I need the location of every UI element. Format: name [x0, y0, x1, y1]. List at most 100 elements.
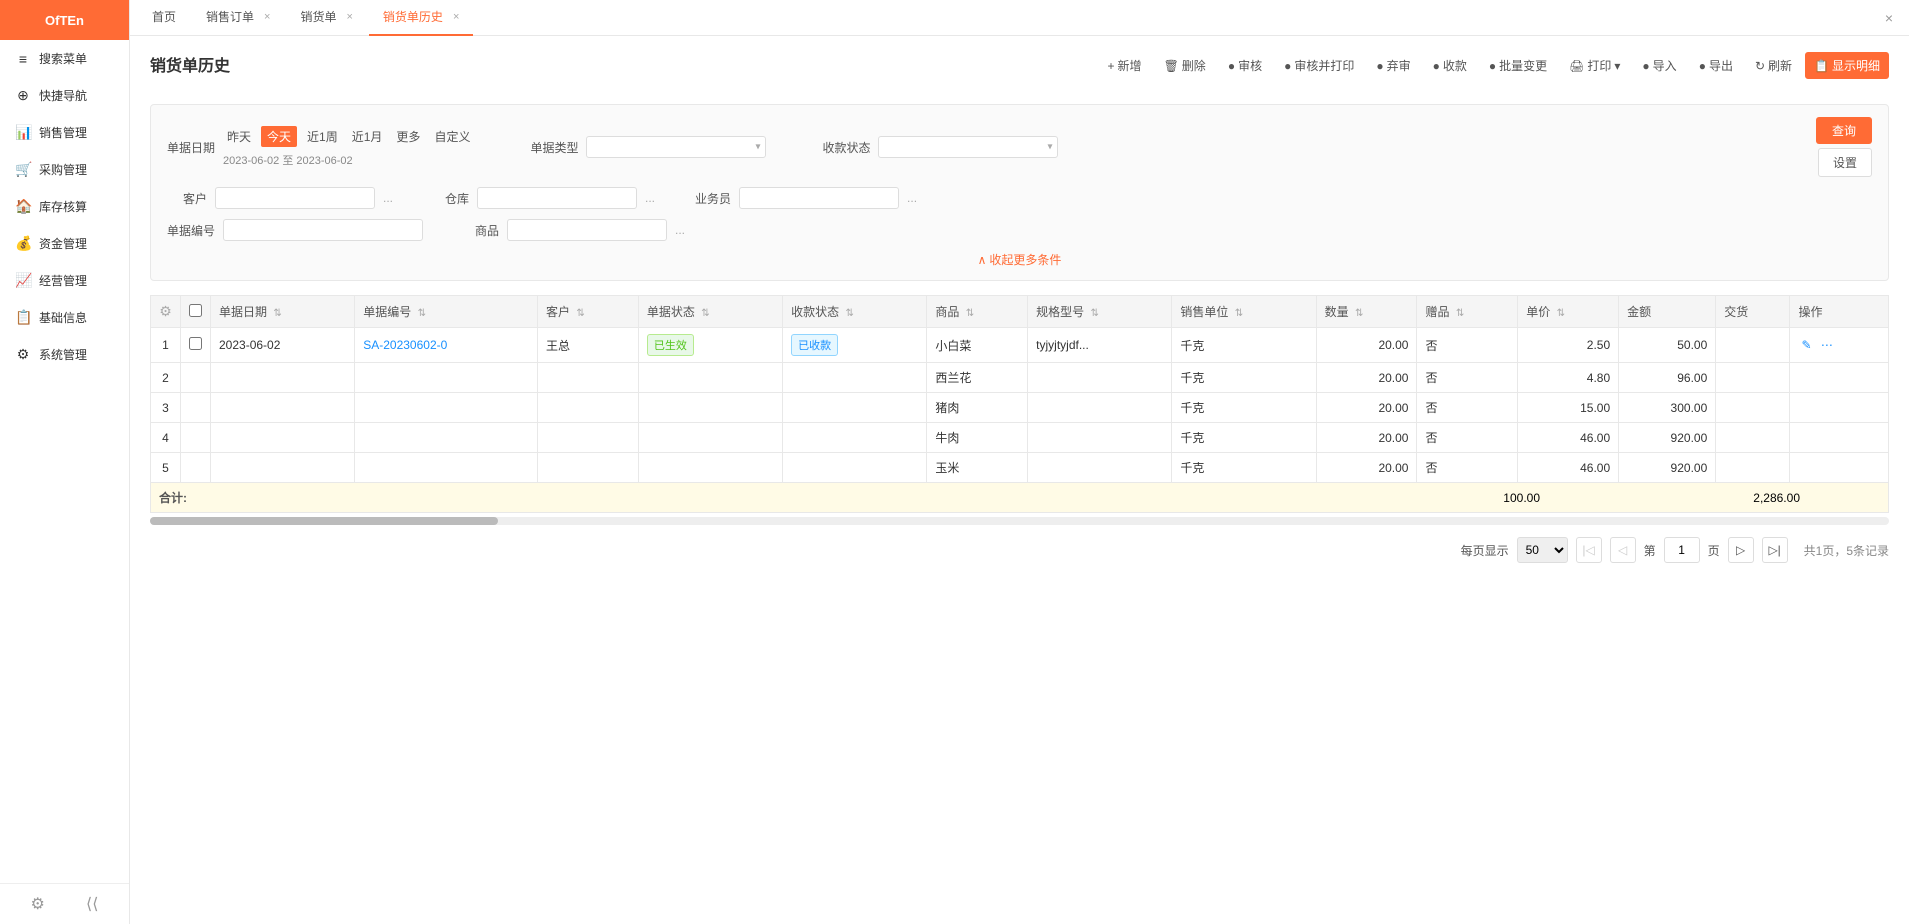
sidebar-settings-icon[interactable]: ⚙	[31, 894, 45, 914]
row-edit-button[interactable]: ✎	[1798, 338, 1814, 352]
base-info-icon: 📋	[15, 309, 31, 326]
row-no-cell: 3	[151, 393, 181, 423]
filter-salesperson: 业务员 ...	[691, 187, 917, 209]
doc-status-sort-icon[interactable]: ⇅	[701, 308, 709, 319]
show-details-icon: 📋	[1814, 59, 1829, 73]
row-more-button[interactable]: ⋯	[1818, 338, 1836, 352]
amount-cell: 50.00	[1619, 328, 1716, 363]
first-page-button[interactable]: |◁	[1576, 537, 1602, 563]
filter-area: 单据日期 昨天 今天 近1周 近1月 更多 自定义 2023-06-02 至 2…	[150, 104, 1889, 281]
collapse-filter-button[interactable]: ∧ 收起更多条件	[978, 251, 1062, 268]
date-yesterday-btn[interactable]: 昨天	[223, 126, 255, 147]
payment-status-select[interactable]	[878, 136, 1058, 158]
unit-sort-icon[interactable]: ⇅	[1235, 308, 1243, 319]
sidebar-collapse-icon[interactable]: ⟨⟨	[86, 894, 98, 914]
unit-price-sort-icon[interactable]: ⇅	[1557, 308, 1565, 319]
prev-page-button[interactable]: ◁	[1610, 537, 1636, 563]
audit-print-button[interactable]: ● 审核并打印	[1275, 52, 1363, 79]
customer-sort-icon[interactable]: ⇅	[576, 308, 584, 319]
delete-button[interactable]: 🗑 删除	[1155, 52, 1215, 79]
qty-cell: 20.00	[1316, 453, 1417, 483]
salesperson-ellipsis[interactable]: ...	[907, 191, 917, 205]
tab-sales-order-close[interactable]: ×	[264, 11, 270, 23]
gear-column-header[interactable]: ⚙	[151, 296, 181, 328]
receive-button[interactable]: ● 收款	[1424, 52, 1476, 79]
qty-sort-icon[interactable]: ⇅	[1355, 308, 1363, 319]
receive-icon: ●	[1433, 59, 1440, 73]
select-all-checkbox[interactable]	[189, 304, 202, 317]
page-number-input[interactable]	[1664, 537, 1700, 563]
sidebar-item-ops-mgmt[interactable]: 📈 经营管理	[0, 262, 129, 299]
print-button[interactable]: 🖨 打印 ▾	[1560, 52, 1629, 79]
salesperson-input[interactable]	[739, 187, 899, 209]
doc-date-cell	[211, 453, 355, 483]
doc-type-label: 单据类型	[530, 139, 578, 156]
sidebar-item-quick-nav[interactable]: ⊕ 快捷导航	[0, 77, 129, 114]
customer-cell	[538, 393, 639, 423]
warehouse-ellipsis[interactable]: ...	[645, 191, 655, 205]
total-info: 共1页，5条记录	[1804, 542, 1889, 559]
gear-icon[interactable]: ⚙	[159, 303, 172, 319]
tab-close-all-button[interactable]: ×	[1877, 6, 1901, 30]
payment-status-sort-icon[interactable]: ⇅	[845, 308, 853, 319]
customer-input[interactable]	[215, 187, 375, 209]
doc-no-link[interactable]: SA-20230602-0	[363, 338, 447, 352]
tab-sales-order[interactable]: 销售订单 ×	[192, 0, 284, 36]
spec-sort-icon[interactable]: ⇅	[1091, 308, 1099, 319]
sidebar-item-sys-mgmt[interactable]: ⚙ 系统管理	[0, 336, 129, 373]
goods-ellipsis[interactable]: ...	[675, 223, 685, 237]
export-button[interactable]: ● 导出	[1690, 52, 1742, 79]
total-row: 合计: 100.00 2,286.00	[150, 483, 1889, 513]
transaction-column-header: 交货	[1716, 296, 1790, 328]
doc-date-cell: 2023-06-02	[211, 328, 355, 363]
last-page-button[interactable]: ▷|	[1762, 537, 1788, 563]
import-button[interactable]: ● 导入	[1633, 52, 1685, 79]
sidebar: OfTEn ≡ 搜索菜单 ⊕ 快捷导航 📊 销售管理 🛒 采购管理 🏠 库存核算…	[0, 0, 130, 924]
next-page-button[interactable]: ▷	[1728, 537, 1754, 563]
date-today-btn[interactable]: 今天	[261, 126, 297, 147]
sidebar-item-sales-mgmt[interactable]: 📊 销售管理	[0, 114, 129, 151]
collapse-arrow-icon: ∧	[978, 253, 987, 267]
goods-sort-icon[interactable]: ⇅	[966, 308, 974, 319]
tab-sales-delivery-close[interactable]: ×	[346, 11, 352, 23]
abandon-button[interactable]: ● 弃审	[1367, 52, 1419, 79]
customer-ellipsis[interactable]: ...	[383, 191, 393, 205]
setting-button[interactable]: 设置	[1818, 148, 1872, 177]
doc-type-select[interactable]	[586, 136, 766, 158]
date-more-btn[interactable]: 更多	[392, 126, 424, 147]
add-button[interactable]: + 新增	[1099, 52, 1151, 79]
sidebar-item-search-menu[interactable]: ≡ 搜索菜单	[0, 40, 129, 77]
goods-input[interactable]	[507, 219, 667, 241]
doc-no-sort-icon[interactable]: ⇅	[418, 308, 426, 319]
sidebar-item-finance[interactable]: 💰 资金管理	[0, 225, 129, 262]
doc-type-select-wrap	[586, 136, 766, 158]
tab-sales-delivery[interactable]: 销货单 ×	[286, 0, 366, 36]
sidebar-item-base-info[interactable]: 📋 基础信息	[0, 299, 129, 336]
show-details-button[interactable]: 📋 显示明细	[1805, 52, 1889, 79]
tab-sales-history-close[interactable]: ×	[453, 11, 459, 23]
page-content: 销货单历史 + 新增 🗑 删除 ● 审核 ● 审核并打印	[130, 36, 1909, 924]
gift-sort-icon[interactable]: ⇅	[1456, 308, 1464, 319]
payment-status-cell: 已收款	[783, 328, 927, 363]
tab-home[interactable]: 首页	[138, 0, 190, 36]
amount-cell: 96.00	[1619, 363, 1716, 393]
row-checkbox-cell	[181, 393, 211, 423]
per-page-select[interactable]: 50 10 20 100	[1517, 537, 1568, 563]
sidebar-item-inventory[interactable]: 🏠 库存核算	[0, 188, 129, 225]
customer-cell: 王总	[538, 328, 639, 363]
warehouse-input[interactable]	[477, 187, 637, 209]
sidebar-item-purchase-mgmt[interactable]: 🛒 采购管理	[0, 151, 129, 188]
date-last30-btn[interactable]: 近1月	[348, 126, 387, 147]
batch-change-button[interactable]: ● 批量变更	[1480, 52, 1556, 79]
query-button[interactable]: 查询	[1816, 117, 1872, 144]
doc-date-sort-icon[interactable]: ⇅	[273, 308, 281, 319]
refresh-button[interactable]: ↻ 刷新	[1746, 52, 1801, 79]
doc-no-input[interactable]	[223, 219, 423, 241]
date-custom-btn[interactable]: 自定义	[430, 126, 474, 147]
audit-button[interactable]: ● 审核	[1219, 52, 1271, 79]
date-last7-btn[interactable]: 近1周	[303, 126, 342, 147]
pagination: 每页显示 50 10 20 100 |◁ ◁ 第 页 ▷ ▷| 共1页，5条记录	[150, 529, 1889, 571]
filter-row-1: 单据日期 昨天 今天 近1周 近1月 更多 自定义 2023-06-02 至 2…	[167, 117, 1872, 177]
row-checkbox[interactable]	[189, 337, 202, 350]
tab-sales-history[interactable]: 销货单历史 ×	[369, 0, 473, 36]
